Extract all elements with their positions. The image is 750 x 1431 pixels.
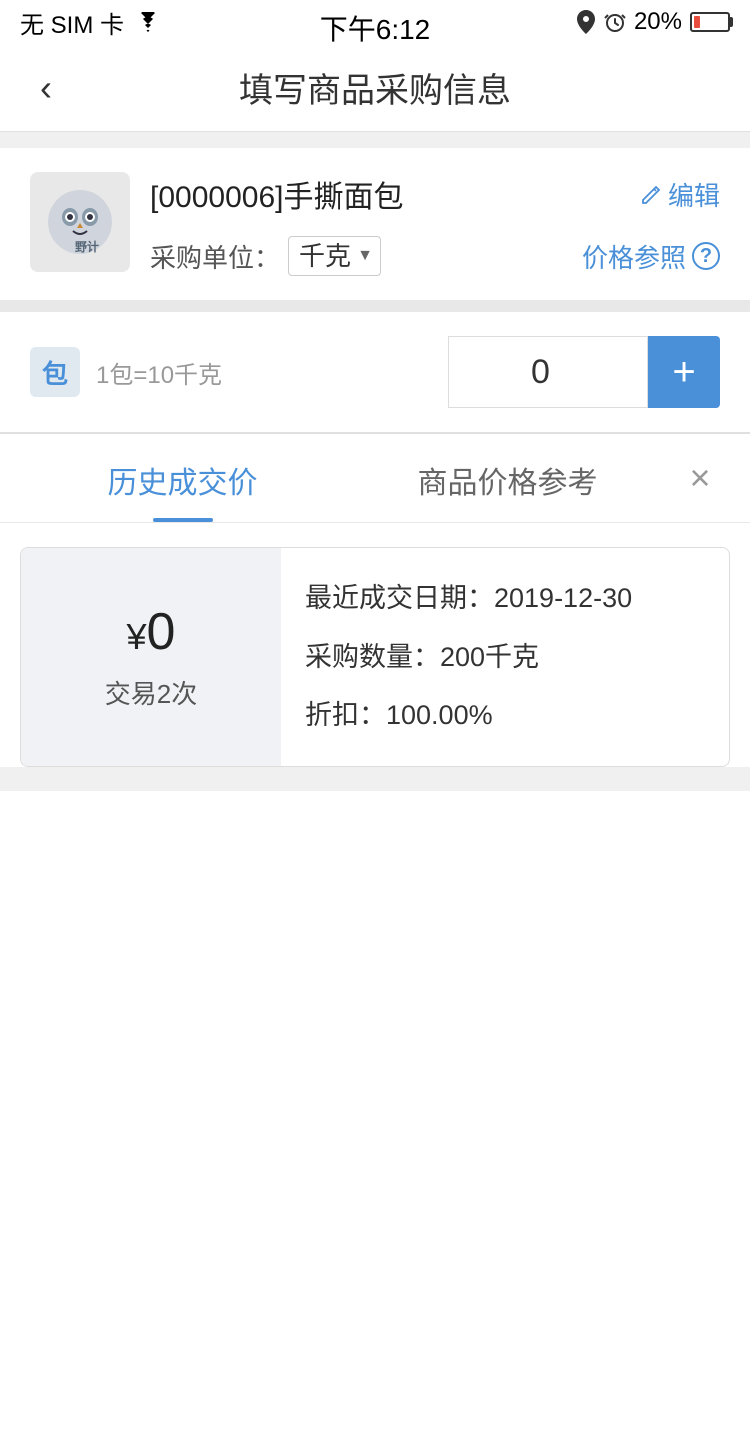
quantity-plus-button[interactable]: + [648, 336, 720, 408]
battery-icon [690, 12, 730, 32]
history-trades: 交易2次 [105, 674, 197, 711]
history-quantity-value: 200千克 [440, 642, 539, 672]
quantity-unit-badge: 包 [30, 347, 80, 397]
unit-select[interactable]: 千克 包 克 [288, 236, 381, 276]
alarm-icon [604, 11, 626, 33]
unit-row: 采购单位： 千克 包 克 价格参照 ? [150, 236, 720, 276]
plus-icon: + [672, 350, 695, 395]
recent-date-value: 2019-12-30 [494, 583, 632, 613]
price-ref-icon: ? [692, 242, 720, 270]
tab-history-label: 历史成交价 [108, 467, 258, 500]
status-carrier: 无 SIM 卡 [20, 5, 162, 40]
battery-percent: 20% [634, 8, 682, 36]
location-icon [576, 10, 596, 34]
product-name-row: [0000006]手撕面包 编辑 [150, 172, 720, 216]
history-price: ¥0 [127, 602, 176, 662]
quantity-controls: + [448, 336, 720, 408]
svg-text:野计: 野计 [75, 239, 99, 254]
product-thumbnail: 野计 [30, 172, 130, 272]
unit-select-wrapper[interactable]: 千克 包 克 [288, 236, 381, 276]
edit-label: 编辑 [668, 176, 720, 213]
price-value: 0 [147, 603, 176, 661]
tabs-row: 历史成交价 商品价格参考 × [0, 434, 750, 523]
product-info: [0000006]手撕面包 编辑 采购单位： 千克 包 [150, 172, 720, 276]
product-name: [0000006]手撕面包 [150, 172, 403, 216]
edit-button[interactable]: 编辑 [640, 176, 720, 213]
carrier-text: 无 SIM 卡 [20, 5, 124, 40]
owl-logo: 野计 [45, 187, 115, 257]
status-right-icons: 20% [576, 8, 730, 36]
unit-selector-group: 采购单位： 千克 包 克 [150, 236, 381, 276]
tab-product-price-ref[interactable]: 商品价格参考 [345, 434, 670, 522]
recent-date-row: 最近成交日期：2019-12-30 [305, 578, 705, 619]
history-quantity-label: 采购数量： [305, 642, 440, 672]
close-icon: × [689, 457, 710, 499]
product-card: 野计 [0000006]手撕面包 编辑 采购单位： [0, 148, 750, 300]
quantity-info: 包 1包=10千克 [30, 347, 222, 397]
status-bar: 无 SIM 卡 下午6:12 20% [0, 0, 750, 44]
tab-product-price-ref-label: 商品价格参考 [418, 467, 598, 500]
price-ref-label: 价格参照 [582, 238, 686, 275]
discount-label: 折扣： [305, 700, 386, 730]
wifi-icon [134, 12, 162, 32]
page-rest [0, 791, 750, 1431]
quantity-hint: 1包=10千克 [96, 355, 222, 390]
recent-date-label: 最近成交日期： [305, 583, 494, 613]
unit-label: 采购单位： [150, 238, 280, 275]
status-time: 下午6:12 [320, 8, 431, 48]
price-ref-button[interactable]: 价格参照 ? [582, 238, 720, 275]
quantity-input[interactable] [448, 336, 648, 408]
discount-row: 折扣：100.00% [305, 695, 705, 736]
history-card-right: 最近成交日期：2019-12-30 采购数量：200千克 折扣：100.00% [281, 548, 729, 766]
discount-value: 100.00% [386, 700, 493, 730]
tab-history-price[interactable]: 历史成交价 [20, 434, 345, 522]
product-header: 野计 [0000006]手撕面包 编辑 采购单位： [30, 172, 720, 276]
history-card-left: ¥0 交易2次 [21, 548, 281, 766]
price-symbol: ¥ [127, 616, 147, 657]
quantity-unit-text: 包 [42, 354, 68, 391]
history-card: ¥0 交易2次 最近成交日期：2019-12-30 采购数量：200千克 折扣：… [20, 547, 730, 767]
nav-bar: ‹ 填写商品采购信息 [0, 44, 750, 132]
quantity-row-info: 采购数量：200千克 [305, 637, 705, 678]
quantity-row: 包 1包=10千克 + [0, 312, 750, 433]
edit-icon [640, 183, 662, 205]
back-button[interactable]: ‹ [30, 57, 62, 119]
tab-close-button[interactable]: × [670, 448, 730, 508]
page-title: 填写商品采购信息 [239, 63, 511, 112]
section-divider [0, 300, 750, 312]
bottom-panel: 历史成交价 商品价格参考 × ¥0 交易2次 最近成交日期：2019-12-30… [0, 433, 750, 767]
